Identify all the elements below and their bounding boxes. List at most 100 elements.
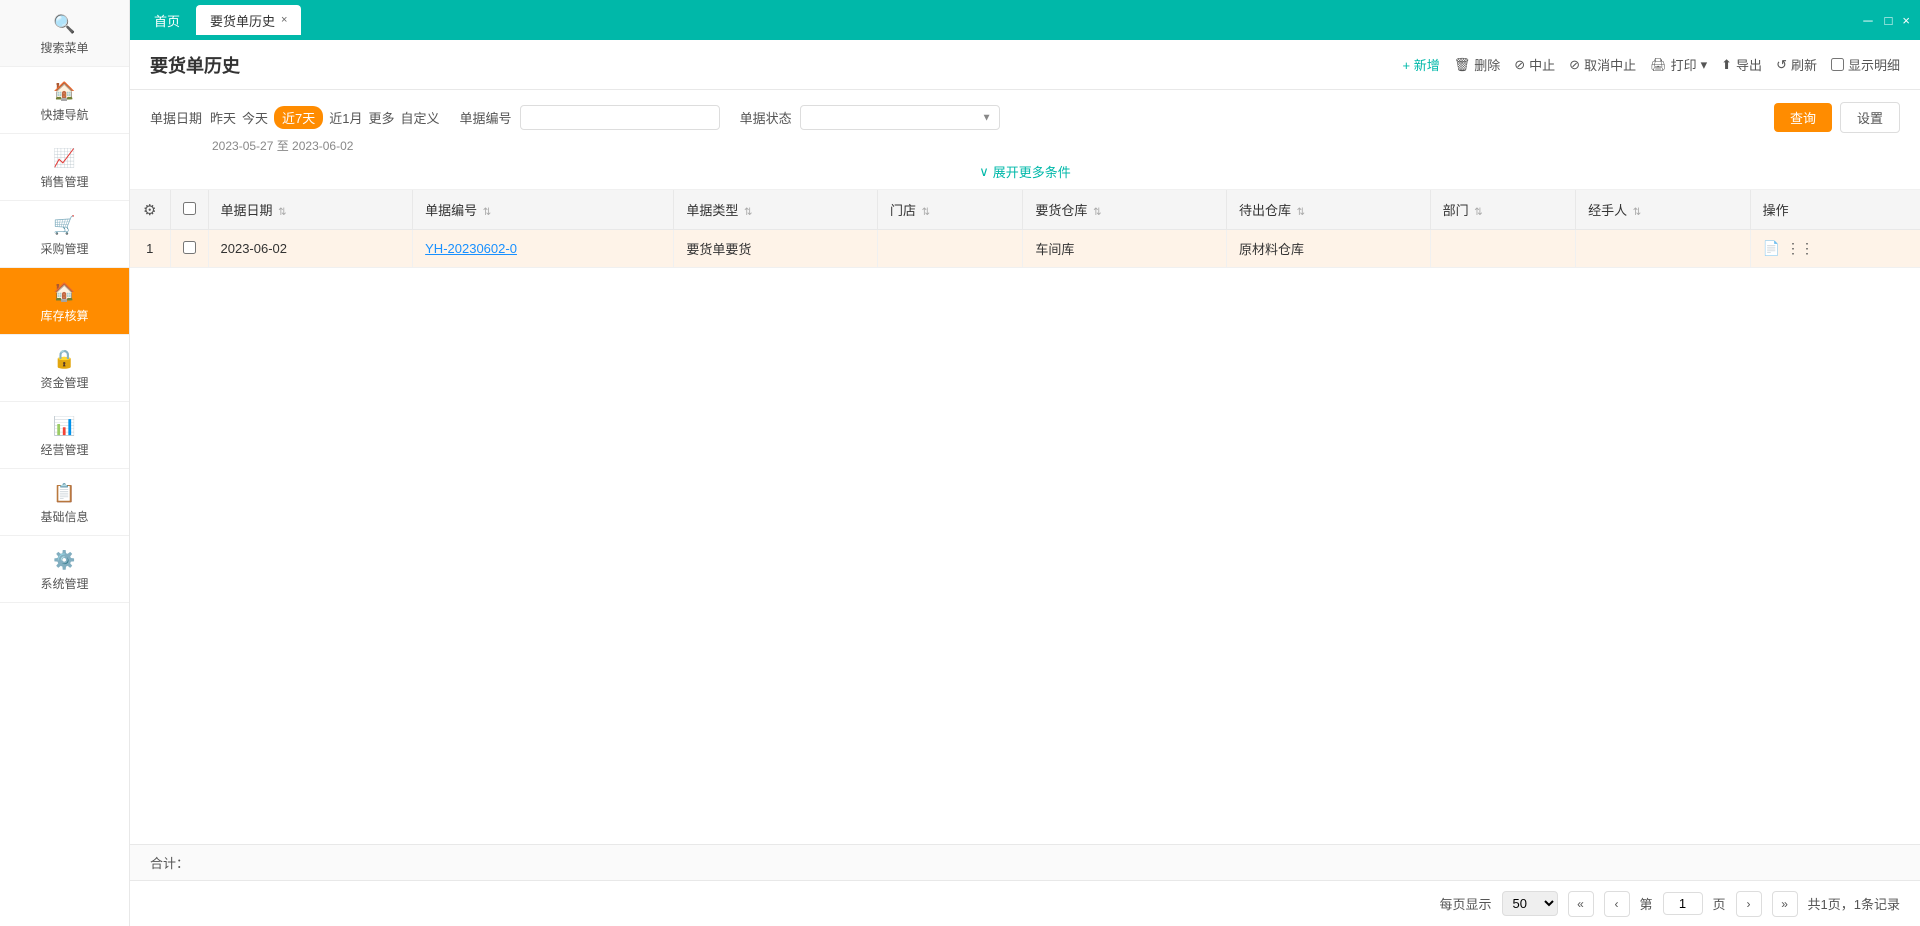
close-tab-icon[interactable]: × [281,14,287,26]
sidebar-item-purchase[interactable]: 🛒 采购管理 [0,201,129,268]
refresh-icon: ↺ [1776,57,1787,73]
sidebar-item-basic-info[interactable]: 📋 基础信息 [0,469,129,536]
bill-no-input[interactable] [520,105,720,130]
display-detail-checkbox[interactable] [1831,58,1844,71]
print-button[interactable]: 🖨 打印 ▾ [1650,55,1707,74]
col-req-warehouse-label: 要货仓库 [1035,203,1087,218]
search-menu-icon: 🔍 [53,14,75,35]
window-minimize[interactable]: － [1862,11,1875,30]
col-handler: 经手人 ⇅ [1576,190,1751,230]
bill-status-select[interactable] [800,105,1000,130]
sidebar-item-label: 采购管理 [40,240,88,257]
bill-status-label: 单据状态 [740,108,792,127]
page-number-input[interactable] [1663,892,1703,915]
display-detail-label: 显示明细 [1848,55,1900,74]
tab-active-label: 要货单历史 [210,11,275,30]
sidebar-item-inventory[interactable]: 🏠 库存核算 [0,268,129,335]
col-handler-label: 经手人 [1588,203,1627,218]
tab-active[interactable]: 要货单历史 × [196,5,301,35]
export-icon: ⬆ [1721,57,1732,73]
shortcut-yesterday[interactable]: 昨天 [210,108,236,127]
sidebar-item-system[interactable]: ⚙️ 系统管理 [0,536,129,603]
sidebar-item-operations[interactable]: 📊 经营管理 [0,402,129,469]
delete-button[interactable]: 🗑 删除 [1454,55,1501,74]
row-action-edit-icon[interactable]: 📄 [1763,240,1780,257]
topbar-actions: － □ × [1862,11,1910,30]
sidebar-item-label: 资金管理 [40,374,88,391]
row-action-more-icon[interactable]: ⋮⋮ [1786,240,1814,257]
col-department: 部门 ⇅ [1430,190,1575,230]
col-date-label: 单据日期 [221,203,273,218]
tab-home-label: 首页 [154,11,180,30]
shortcut-more[interactable]: 更多 [369,108,395,127]
page-prev-button[interactable]: ‹ [1604,891,1630,917]
stop-button[interactable]: ⊘ 中止 [1514,55,1555,74]
content-area: 要货单历史 + 新增 🗑 删除 ⊘ 中止 ⊘ 取消中止 🖨 [130,40,1920,926]
sort-bill-no-icon[interactable]: ⇅ [483,207,491,218]
sort-department-icon[interactable]: ⇅ [1474,207,1482,218]
row-action-buttons: 📄 ⋮⋮ [1763,240,1908,257]
window-maximize[interactable]: □ [1885,13,1893,28]
sidebar-item-label: 库存核算 [40,307,88,324]
sidebar-item-finance[interactable]: 🔒 资金管理 [0,335,129,402]
refresh-button[interactable]: ↺ 刷新 [1776,55,1817,74]
row-date: 2023-06-02 [208,230,413,268]
sidebar-item-search-menu[interactable]: 🔍 搜索菜单 [0,0,129,67]
shortcut-custom[interactable]: 自定义 [401,108,440,127]
header-actions: + 新增 🗑 删除 ⊘ 中止 ⊘ 取消中止 🖨 打印 ▾ [1402,55,1900,74]
col-date: 单据日期 ⇅ [208,190,413,230]
pagination-bar: 每页显示 50 10 20 100 « ‹ 第 页 › » 共1页，1条记录 [130,880,1920,926]
new-button-label: + 新增 [1402,55,1439,74]
col-bill-no: 单据编号 ⇅ [413,190,674,230]
stop-button-label: 中止 [1529,55,1555,74]
page-next-button[interactable]: › [1736,891,1762,917]
page-first-button[interactable]: « [1568,891,1594,917]
col-department-label: 部门 [1443,203,1469,218]
select-all-checkbox[interactable] [183,202,196,215]
display-detail-toggle[interactable]: 显示明细 [1831,55,1900,74]
col-pending-warehouse-label: 待出仓库 [1239,203,1291,218]
table-settings-icon[interactable]: ⚙ [143,202,156,219]
query-button[interactable]: 查询 [1774,103,1832,132]
row-checkbox[interactable] [183,241,196,254]
row-bill-no: YH-20230602-0 [413,230,674,268]
cancel-stop-button[interactable]: ⊘ 取消中止 [1569,55,1636,74]
purchase-icon: 🛒 [53,215,75,236]
row-num: 1 [130,230,170,268]
new-button[interactable]: + 新增 [1402,55,1439,74]
sidebar-item-quick-nav[interactable]: 🏠 快捷导航 [0,67,129,134]
operations-icon: 📊 [53,416,75,437]
shortcut-today[interactable]: 今天 [242,108,268,127]
row-bill-type-value: 要货单要货 [686,242,751,257]
filter-group-bill-status: 单据状态 [740,105,1000,130]
page-suffix: 页 [1713,894,1726,913]
expand-more-button[interactable]: ∨ 展开更多条件 [150,162,1900,181]
sort-req-warehouse-icon[interactable]: ⇅ [1093,207,1101,218]
page-last-button[interactable]: » [1772,891,1798,917]
sort-pending-warehouse-icon[interactable]: ⇅ [1297,207,1305,218]
expand-more-label: 展开更多条件 [993,162,1071,181]
filter-group-bill-no: 单据编号 [460,105,720,130]
print-button-label: 打印 [1671,55,1697,74]
settings-button[interactable]: 设置 [1840,102,1900,133]
row-bill-type: 要货单要货 [674,230,878,268]
window-close[interactable]: × [1902,13,1910,28]
filter-group-date: 单据日期 昨天 今天 近7天 近1月 更多 自定义 [150,106,440,129]
sidebar-item-label: 销售管理 [40,173,88,190]
sort-bill-type-icon[interactable]: ⇅ [744,207,752,218]
tab-home[interactable]: 首页 [140,5,194,35]
row-req-warehouse: 车间库 [1023,230,1227,268]
col-bill-type: 单据类型 ⇅ [674,190,878,230]
sort-store-icon[interactable]: ⇅ [922,207,930,218]
per-page-select[interactable]: 50 10 20 100 [1502,891,1558,916]
row-pending-warehouse-value: 原材料仓库 [1239,242,1304,257]
sort-handler-icon[interactable]: ⇅ [1633,207,1641,218]
bill-status-select-wrapper [800,105,1000,130]
row-bill-no-link[interactable]: YH-20230602-0 [425,241,517,256]
export-button[interactable]: ⬆ 导出 [1721,55,1762,74]
sidebar-item-sales[interactable]: 📈 销售管理 [0,134,129,201]
shortcut-1month[interactable]: 近1月 [329,108,362,127]
col-checkbox [170,190,208,230]
shortcut-7days[interactable]: 近7天 [274,106,323,129]
sort-date-icon[interactable]: ⇅ [278,207,286,218]
